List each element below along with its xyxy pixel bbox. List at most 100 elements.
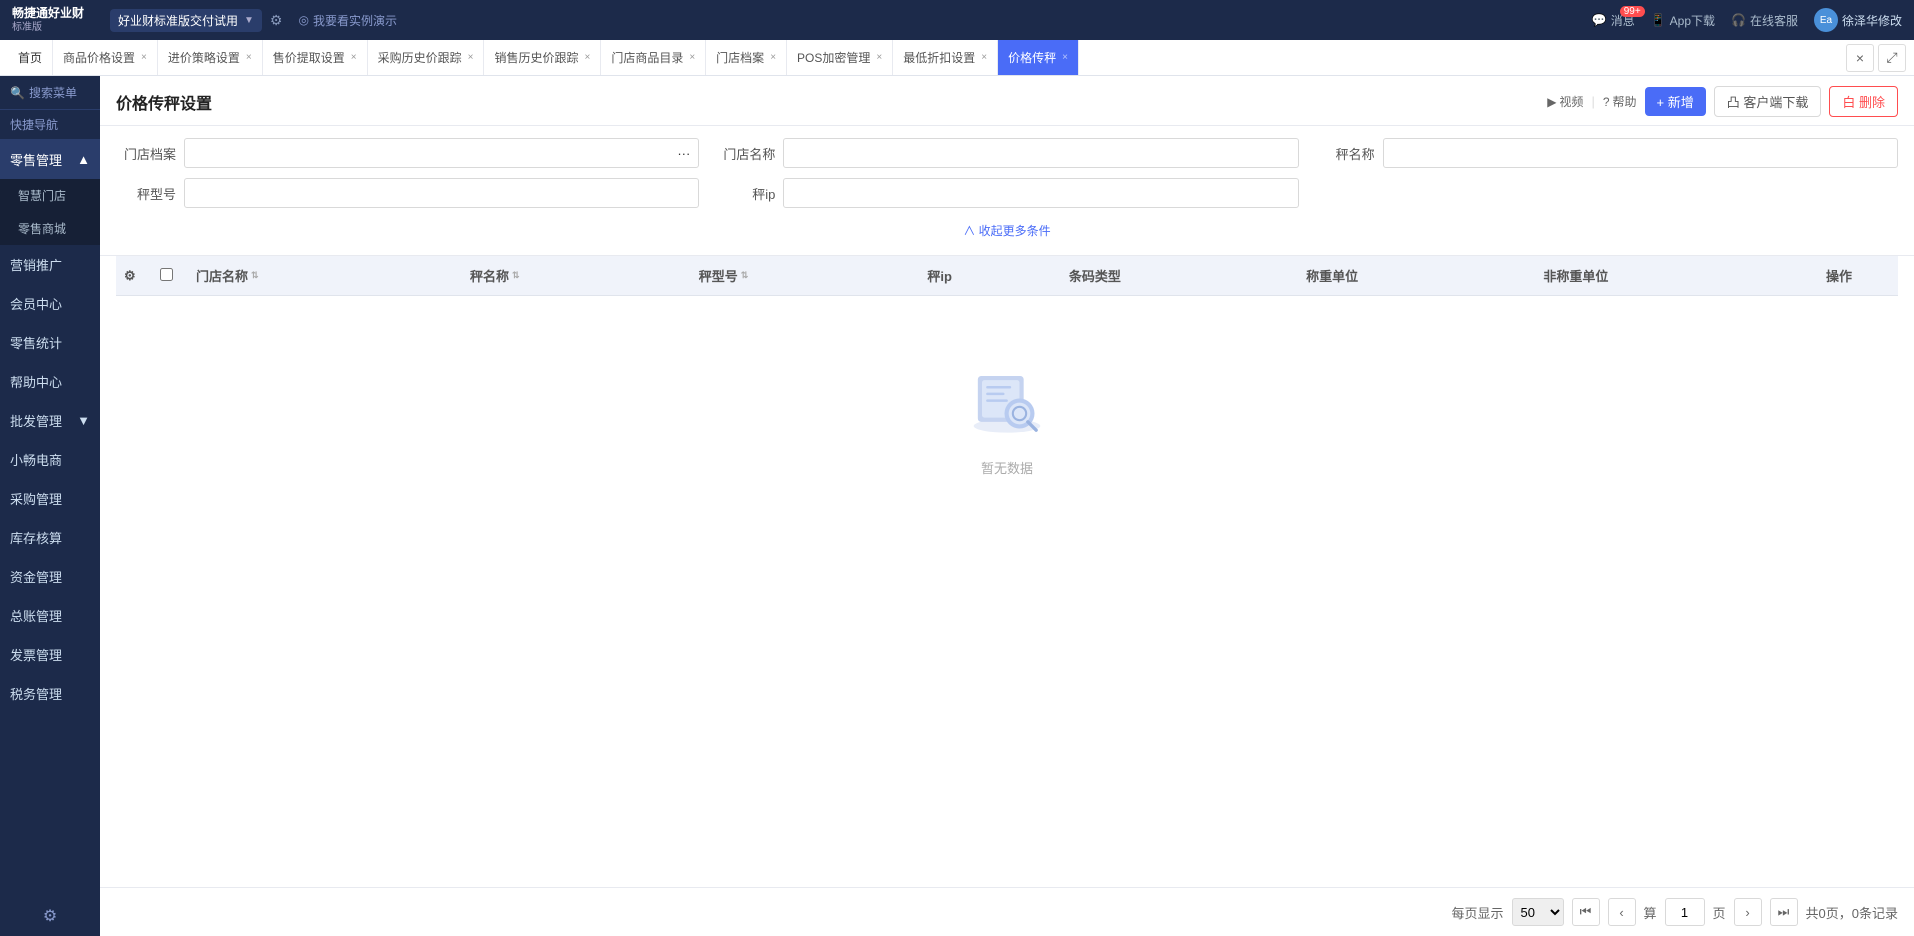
sidebar-item-xiaochang[interactable]: 小畅电商 bbox=[0, 440, 100, 479]
sidebar-quick-nav[interactable]: 快捷导航 bbox=[0, 110, 100, 140]
gear-icon[interactable]: ⚙ bbox=[124, 268, 136, 283]
page-input[interactable] bbox=[1665, 898, 1705, 926]
tab-close-button[interactable]: × bbox=[1846, 44, 1874, 72]
tab-store-catalog[interactable]: 门店商品目录 × bbox=[601, 40, 706, 76]
tab-min-discount[interactable]: 最低折扣设置 × bbox=[893, 40, 998, 76]
tab-store-file[interactable]: 门店档案 × bbox=[706, 40, 787, 76]
sidebar-item-retail-mall[interactable]: 零售商城 bbox=[0, 212, 100, 245]
store-name-input[interactable] bbox=[783, 138, 1298, 168]
sidebar-item-marketing[interactable]: 营销推广 bbox=[0, 245, 100, 284]
label-scale-ip: 秤ip bbox=[715, 184, 775, 203]
download-label: 凸 客户端下载 bbox=[1727, 92, 1809, 111]
sidebar-search[interactable]: 🔍 搜索菜单 bbox=[0, 76, 100, 110]
tab-purchase-strategy[interactable]: 进价策略设置 × bbox=[158, 40, 263, 76]
sidebar-item-retail-stats[interactable]: 零售统计 bbox=[0, 323, 100, 362]
sidebar-bottom: ⚙ bbox=[0, 896, 100, 936]
next-page-button[interactable]: › bbox=[1734, 898, 1762, 926]
message-item[interactable]: 💬 消息 99+ bbox=[1592, 12, 1635, 29]
page-size-label: 每页显示 bbox=[1451, 903, 1503, 922]
user-item[interactable]: Ea 徐泽华修改 bbox=[1814, 8, 1902, 32]
chevron-down-icon: ▼ bbox=[77, 413, 90, 428]
tab-pos-manage[interactable]: POS加密管理 × bbox=[787, 40, 893, 76]
add-button[interactable]: + 新增 bbox=[1645, 87, 1706, 116]
scale-ip-input[interactable] bbox=[783, 178, 1298, 208]
sidebar-item-label: 采购管理 bbox=[10, 489, 62, 508]
user-name: 徐泽华修改 bbox=[1842, 12, 1902, 29]
last-icon: ⏭ bbox=[1778, 904, 1790, 920]
scale-model-input[interactable] bbox=[184, 178, 699, 208]
tab-price-scale[interactable]: 价格传秤 × bbox=[998, 40, 1079, 76]
tab-purchase-history[interactable]: 采购历史价跟踪 × bbox=[368, 40, 485, 76]
form-item-scale-name: 秤名称 bbox=[1315, 138, 1898, 168]
close-icon[interactable]: × bbox=[468, 52, 474, 63]
th-ops: 操作 bbox=[1818, 256, 1898, 296]
close-icon[interactable]: × bbox=[981, 52, 987, 63]
app-download-item[interactable]: 📱 App下载 bbox=[1651, 12, 1715, 29]
page-size-select[interactable]: 20 50 100 bbox=[1512, 898, 1564, 926]
download-button[interactable]: 凸 客户端下载 bbox=[1714, 86, 1822, 117]
th-scale-model: 秤型号 ⇅ bbox=[691, 256, 920, 296]
video-label: 视频 bbox=[1559, 93, 1583, 110]
close-icon[interactable]: × bbox=[770, 52, 776, 63]
sort-store-name[interactable]: 门店名称 ⇅ bbox=[196, 266, 454, 285]
form-item-store-file: 门店档案 ··· bbox=[116, 138, 699, 168]
first-icon: ⏮ bbox=[1580, 904, 1592, 920]
sort-scale-model[interactable]: 秤型号 ⇅ bbox=[699, 266, 912, 285]
sidebar: 🔍 搜索菜单 快捷导航 零售管理 ▲ 智慧门店 零售商城 营销推广 会员中心 零… bbox=[0, 76, 100, 936]
online-service-item[interactable]: 🎧 在线客服 bbox=[1731, 12, 1798, 29]
close-icon[interactable]: × bbox=[351, 52, 357, 63]
page-suffix: 页 bbox=[1713, 903, 1726, 922]
sidebar-item-smart-store[interactable]: 智慧门店 bbox=[0, 179, 100, 212]
message-badge: 99+ bbox=[1620, 6, 1645, 17]
select-all-checkbox[interactable] bbox=[160, 268, 173, 281]
sidebar-item-purchase[interactable]: 采购管理 bbox=[0, 479, 100, 518]
sidebar-item-label: 营销推广 bbox=[10, 255, 62, 274]
prev-page-button[interactable]: ‹ bbox=[1608, 898, 1636, 926]
headset-icon: 🎧 bbox=[1731, 13, 1746, 27]
collapse-bar[interactable]: ∧ 收起更多条件 bbox=[116, 218, 1898, 243]
tab-sale-history[interactable]: 销售历史价跟踪 × bbox=[484, 40, 601, 76]
sidebar-item-member[interactable]: 会员中心 bbox=[0, 284, 100, 323]
video-link[interactable]: ▶ 视频 bbox=[1547, 93, 1583, 110]
label-store-file: 门店档案 bbox=[116, 144, 176, 163]
help-link[interactable]: ? 帮助 bbox=[1603, 93, 1637, 110]
config-icon[interactable]: ⚙ bbox=[270, 12, 283, 29]
close-icon[interactable]: × bbox=[246, 52, 252, 63]
help-icon: ? bbox=[1603, 95, 1610, 109]
add-label: + 新增 bbox=[1657, 92, 1694, 111]
demo-button[interactable]: ◎ 我要看实例演示 bbox=[298, 12, 397, 29]
close-icon[interactable]: × bbox=[1062, 52, 1068, 63]
last-page-button[interactable]: ⏭ bbox=[1770, 898, 1798, 926]
sidebar-item-finance[interactable]: 资金管理 bbox=[0, 557, 100, 596]
app-download-label: App下载 bbox=[1670, 12, 1715, 29]
tab-sale-extract[interactable]: 售价提取设置 × bbox=[263, 40, 368, 76]
sidebar-item-invoice[interactable]: 发票管理 bbox=[0, 635, 100, 674]
sidebar-item-inventory[interactable]: 库存核算 bbox=[0, 518, 100, 557]
phone-icon: 📱 bbox=[1651, 13, 1666, 27]
close-icon[interactable]: × bbox=[689, 52, 695, 63]
sidebar-item-help[interactable]: 帮助中心 bbox=[0, 362, 100, 401]
sidebar-item-general[interactable]: 总账管理 bbox=[0, 596, 100, 635]
tab-home[interactable]: 首页 bbox=[8, 40, 53, 76]
close-icon[interactable]: × bbox=[584, 52, 590, 63]
dots-icon: ··· bbox=[677, 146, 690, 161]
help-label: 帮助 bbox=[1613, 93, 1637, 110]
sidebar-item-retail[interactable]: 零售管理 ▲ bbox=[0, 140, 100, 179]
empty-state: 暂无数据 bbox=[116, 296, 1898, 537]
logo-area: 畅捷通好业财 标准版 bbox=[12, 6, 102, 35]
tab-expand-button[interactable]: ⤢ bbox=[1878, 44, 1906, 72]
sort-scale-name[interactable]: 秤名称 ⇅ bbox=[470, 266, 683, 285]
sidebar-item-tax[interactable]: 税务管理 bbox=[0, 674, 100, 713]
settings-icon[interactable]: ⚙ bbox=[43, 906, 57, 926]
separator: | bbox=[1591, 94, 1594, 109]
store-file-input[interactable]: ··· bbox=[184, 138, 699, 168]
tab-price-settings[interactable]: 商品价格设置 × bbox=[53, 40, 158, 76]
version-select[interactable]: 好业财标准版交付试用 ▼ bbox=[110, 9, 262, 32]
sidebar-item-wholesale[interactable]: 批发管理 ▼ bbox=[0, 401, 100, 440]
scale-name-input[interactable] bbox=[1383, 138, 1898, 168]
first-page-button[interactable]: ⏮ bbox=[1572, 898, 1600, 926]
delete-button[interactable]: 白 删除 bbox=[1829, 86, 1898, 117]
close-icon[interactable]: × bbox=[876, 52, 882, 63]
content-area: 价格传秤设置 ▶ 视频 | ? 帮助 + 新增 凸 客户端下载 白 bbox=[100, 76, 1914, 936]
close-icon[interactable]: × bbox=[141, 52, 147, 63]
